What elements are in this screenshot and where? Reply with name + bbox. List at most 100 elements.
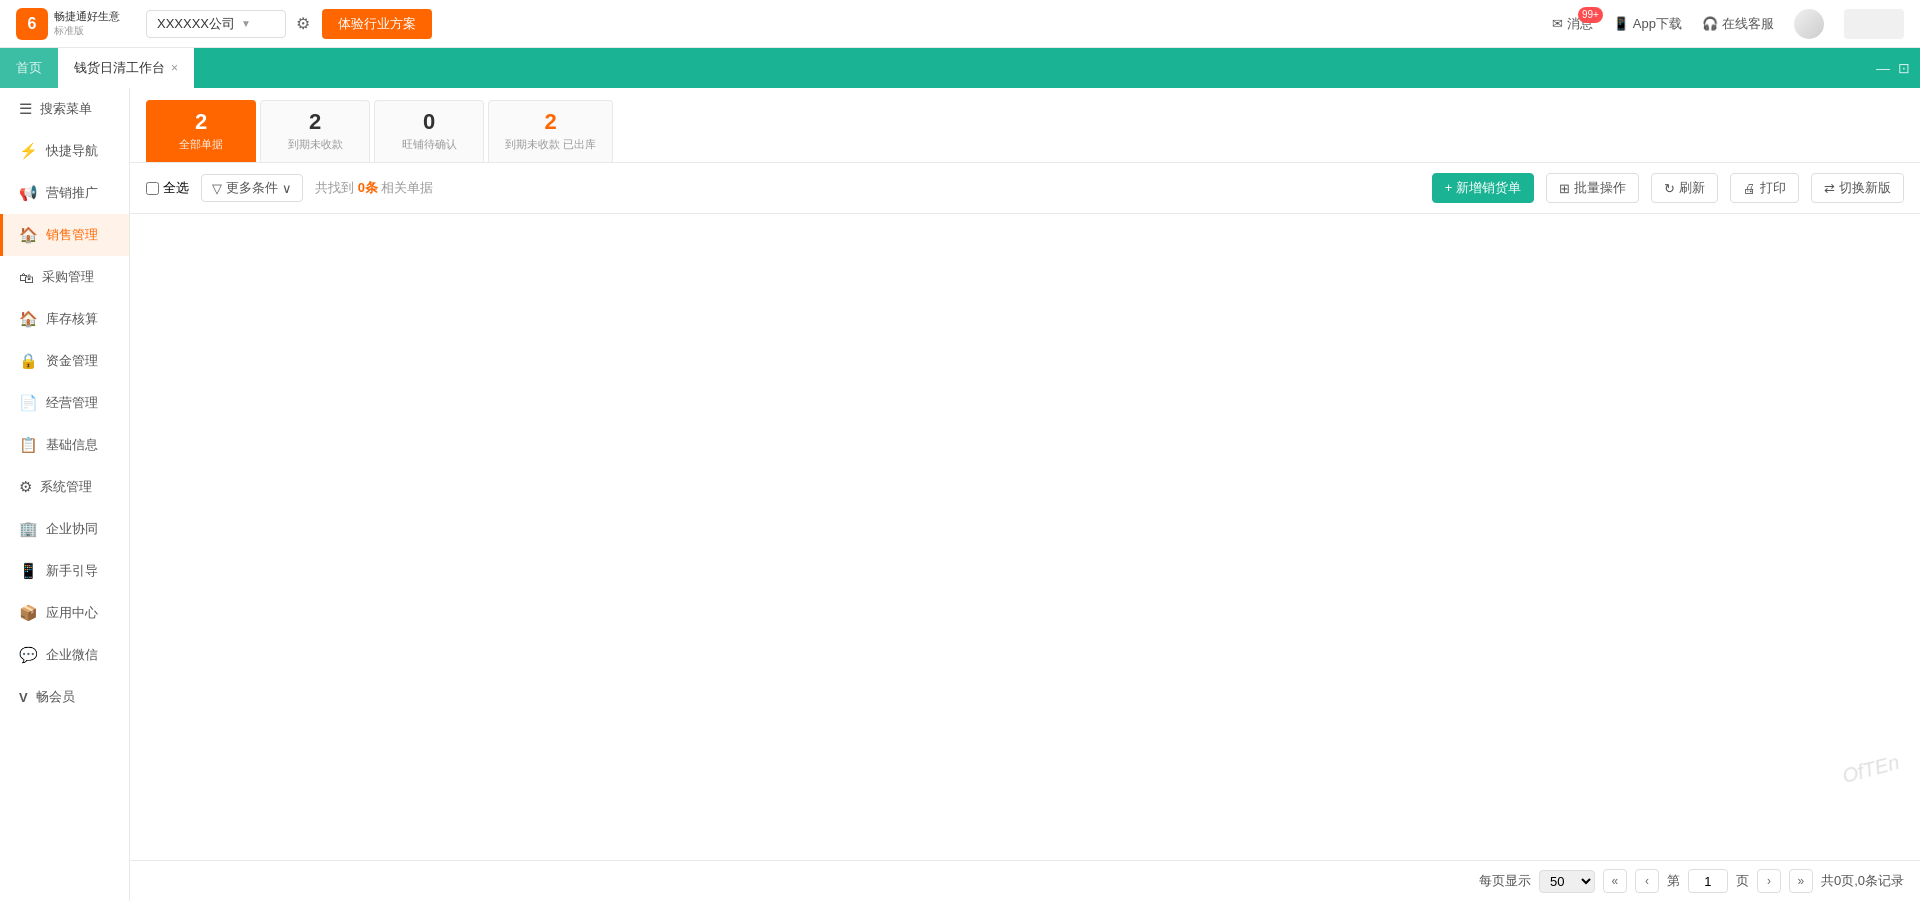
sidebar-item-wechat[interactable]: 💬 企业微信 — [0, 634, 129, 676]
stat-number-overdue-shipped: 2 — [505, 109, 596, 135]
avatar-image — [1794, 9, 1824, 39]
sidebar-item-app-center[interactable]: 📦 应用中心 — [0, 592, 129, 634]
current-tab-label: 钱货日清工作台 — [74, 59, 165, 77]
table-area — [130, 214, 1920, 860]
page-suffix: 页 — [1736, 872, 1749, 890]
stat-tab-pending[interactable]: 0 旺铺待确认 — [374, 100, 484, 162]
sidebar-label-member: 畅会员 — [36, 688, 75, 706]
message-action[interactable]: ✉ 消息 99+ — [1552, 15, 1593, 33]
online-service-label: 在线客服 — [1722, 15, 1774, 33]
tab-expand-icon[interactable]: ⊡ — [1898, 60, 1910, 76]
pagination: 每页显示 50 10 20 100 « ‹ 第 页 › » 共0页,0条记录 — [130, 860, 1920, 901]
sidebar-item-quick-nav[interactable]: ⚡ 快捷导航 — [0, 130, 129, 172]
next-page-button[interactable]: › — [1757, 869, 1781, 893]
sidebar-item-sales[interactable]: 🏠 销售管理 — [0, 214, 129, 256]
download-icon: 📱 — [1613, 16, 1629, 31]
filter-button[interactable]: ▽ 更多条件 ∨ — [201, 174, 303, 202]
finance-icon: 🔒 — [19, 352, 38, 370]
sidebar-item-basic-info[interactable]: 📋 基础信息 — [0, 424, 129, 466]
prev-page-button[interactable]: ‹ — [1635, 869, 1659, 893]
sidebar-item-inventory[interactable]: 🏠 库存核算 — [0, 298, 129, 340]
tab-current[interactable]: 钱货日清工作台 × — [58, 48, 194, 88]
filter-chevron-icon: ∨ — [282, 181, 292, 196]
company-selector[interactable]: XXXXXX公司 ▼ — [146, 10, 286, 38]
sidebar-label-system: 系统管理 — [40, 478, 92, 496]
sidebar-label-guide: 新手引导 — [46, 562, 98, 580]
logo-icon: 6 — [16, 8, 48, 40]
inventory-icon: 🏠 — [19, 310, 38, 328]
stat-label-overdue-shipped: 到期未收款 已出库 — [505, 137, 596, 152]
per-page-select[interactable]: 50 10 20 100 — [1539, 870, 1595, 893]
select-all-input[interactable] — [146, 182, 159, 195]
sidebar-item-finance[interactable]: 🔒 资金管理 — [0, 340, 129, 382]
message-badge: 99+ — [1578, 7, 1603, 23]
sidebar-item-search-menu[interactable]: ☰ 搜索菜单 — [0, 88, 129, 130]
refresh-label: 刷新 — [1679, 179, 1705, 197]
sidebar-label-basic-info: 基础信息 — [46, 436, 98, 454]
sidebar-item-marketing[interactable]: 📢 营销推广 — [0, 172, 129, 214]
stat-number-pending: 0 — [391, 109, 467, 135]
first-page-icon: « — [1612, 874, 1619, 888]
service-icon: 🎧 — [1702, 16, 1718, 31]
prev-page-icon: ‹ — [1645, 874, 1649, 888]
sidebar-label-search-menu: 搜索菜单 — [40, 100, 92, 118]
top-header: 6 畅捷通好生意 标准版 XXXXXX公司 ▼ ⚙ 体验行业方案 ✉ 消息 99… — [0, 0, 1920, 48]
tab-home[interactable]: 首页 — [0, 48, 58, 88]
sidebar-item-guide[interactable]: 📱 新手引导 — [0, 550, 129, 592]
print-button[interactable]: 🖨 打印 — [1730, 173, 1799, 203]
tab-collapse-icon[interactable]: — — [1876, 60, 1890, 76]
select-all-label: 全选 — [163, 179, 189, 197]
sidebar-label-marketing: 营销推广 — [46, 184, 98, 202]
header-right: ✉ 消息 99+ 📱 App下载 🎧 在线客服 — [1552, 9, 1904, 39]
last-page-icon: » — [1798, 874, 1805, 888]
sidebar-label-operations: 经营管理 — [46, 394, 98, 412]
stat-tab-all[interactable]: 2 全部单据 — [146, 100, 256, 162]
avatar-extra[interactable] — [1844, 9, 1904, 39]
member-icon: V — [19, 690, 28, 705]
home-tab-label: 首页 — [16, 59, 42, 77]
last-page-button[interactable]: » — [1789, 869, 1813, 893]
switch-version-button[interactable]: ⇄ 切换新版 — [1811, 173, 1904, 203]
filter-icon: ▽ — [212, 181, 222, 196]
sidebar-item-operations[interactable]: 📄 经营管理 — [0, 382, 129, 424]
new-sales-button[interactable]: + 新增销货单 — [1432, 173, 1534, 203]
stats-tabs: 2 全部单据 2 到期未收款 0 旺铺待确认 2 到期未收款 已出库 — [130, 88, 1920, 163]
stat-tab-overdue[interactable]: 2 到期未收款 — [260, 100, 370, 162]
online-service-action[interactable]: 🎧 在线客服 — [1702, 15, 1774, 33]
filter-label: 更多条件 — [226, 179, 278, 197]
result-text: 共找到 0条 相关单据 — [315, 179, 433, 197]
refresh-button[interactable]: ↻ 刷新 — [1651, 173, 1718, 203]
sidebar-item-purchase[interactable]: 🛍 采购管理 — [0, 256, 129, 298]
main-layout: ☰ 搜索菜单 ⚡ 快捷导航 📢 营销推广 🏠 销售管理 🛍 采购管理 🏠 库存核… — [0, 88, 1920, 901]
message-icon: ✉ — [1552, 16, 1563, 31]
result-count: 0条 — [358, 180, 378, 195]
settings-icon[interactable]: ⚙ — [296, 14, 310, 33]
page-input[interactable] — [1688, 869, 1728, 893]
sidebar-label-app-center: 应用中心 — [46, 604, 98, 622]
sidebar-item-member[interactable]: V 畅会员 — [0, 676, 129, 718]
sidebar-label-finance: 资金管理 — [46, 352, 98, 370]
sidebar-item-enterprise[interactable]: 🏢 企业协同 — [0, 508, 129, 550]
marketing-icon: 📢 — [19, 184, 38, 202]
app-badge: 标准版 — [54, 24, 120, 38]
trial-button[interactable]: 体验行业方案 — [322, 9, 432, 39]
refresh-icon: ↻ — [1664, 181, 1675, 196]
stat-tab-overdue-shipped[interactable]: 2 到期未收款 已出库 — [488, 100, 613, 162]
system-icon: ⚙ — [19, 478, 32, 496]
batch-operation-button[interactable]: ⊞ 批量操作 — [1546, 173, 1639, 203]
stat-label-pending: 旺铺待确认 — [391, 137, 467, 152]
tab-close-icon[interactable]: × — [171, 61, 178, 75]
select-all-checkbox[interactable]: 全选 — [146, 179, 189, 197]
sidebar-label-inventory: 库存核算 — [46, 310, 98, 328]
sidebar-label-wechat: 企业微信 — [46, 646, 98, 664]
avatar[interactable] — [1794, 9, 1824, 39]
operations-icon: 📄 — [19, 394, 38, 412]
sidebar: ☰ 搜索菜单 ⚡ 快捷导航 📢 营销推广 🏠 销售管理 🛍 采购管理 🏠 库存核… — [0, 88, 130, 901]
purchase-icon: 🛍 — [19, 269, 34, 286]
sidebar-item-system[interactable]: ⚙ 系统管理 — [0, 466, 129, 508]
switch-label: 切换新版 — [1839, 179, 1891, 197]
stat-label-all: 全部单据 — [163, 137, 239, 152]
first-page-button[interactable]: « — [1603, 869, 1627, 893]
enterprise-icon: 🏢 — [19, 520, 38, 538]
app-download-action[interactable]: 📱 App下载 — [1613, 15, 1682, 33]
